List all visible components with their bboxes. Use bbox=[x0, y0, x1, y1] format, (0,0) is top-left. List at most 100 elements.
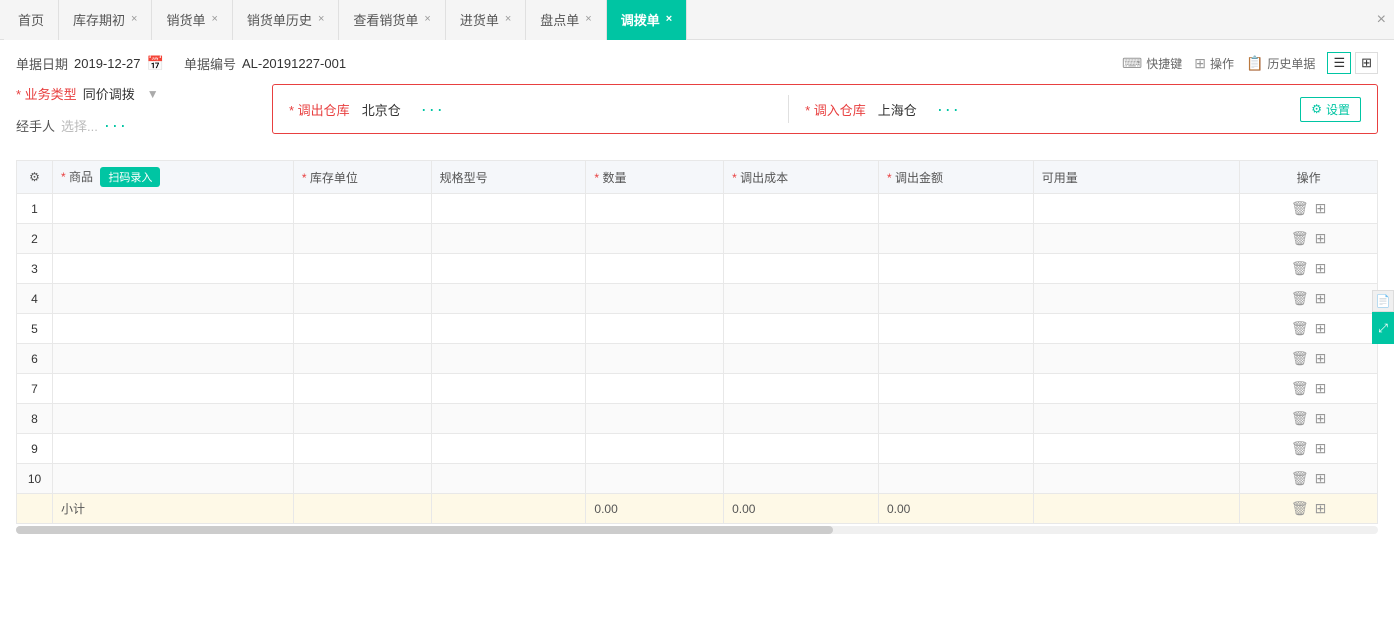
history-docs-btn[interactable]: 📋 历史单据 bbox=[1246, 55, 1315, 72]
row-copy-icon[interactable]: ⊞ bbox=[1315, 350, 1327, 367]
row-copy-icon[interactable]: ⊞ bbox=[1315, 320, 1327, 337]
warehouse-out-more-btn[interactable]: ··· bbox=[421, 99, 445, 120]
tab-close-inventory-init[interactable]: × bbox=[131, 14, 137, 25]
operations-icon: ⊞ bbox=[1194, 55, 1206, 72]
table-row: 9 🗑 ⊞ bbox=[17, 434, 1378, 464]
row-delete-icon[interactable]: 🗑 bbox=[1291, 440, 1309, 457]
tab-sales-history[interactable]: 销货单历史 × bbox=[233, 0, 339, 40]
contact-more-btn[interactable]: ··· bbox=[104, 115, 128, 136]
tab-purchase-order[interactable]: 进货单 × bbox=[446, 0, 526, 40]
tab-bar: 首页 库存期初 × 销货单 × 销货单历史 × 查看销货单 × 进货单 × 盘点… bbox=[0, 0, 1394, 40]
row-action-cell: 🗑 ⊞ bbox=[1248, 470, 1369, 487]
horizontal-scrollbar[interactable] bbox=[16, 526, 1378, 534]
row-delete-icon[interactable]: 🗑 bbox=[1291, 410, 1309, 427]
biz-type-arrow: ▼ bbox=[147, 87, 159, 101]
table-row: 8 🗑 ⊞ bbox=[17, 404, 1378, 434]
row-copy-icon[interactable]: ⊞ bbox=[1315, 260, 1327, 277]
table-row: 1 🗑 ⊞ bbox=[17, 194, 1378, 224]
tab-close-sales-history[interactable]: × bbox=[318, 14, 324, 25]
tab-home[interactable]: 首页 bbox=[4, 0, 59, 40]
warehouse-in-more-btn[interactable]: ··· bbox=[937, 99, 961, 120]
doc-num-value: AL-20191227-001 bbox=[242, 56, 346, 71]
row-action-cell: 🗑 ⊞ bbox=[1248, 410, 1369, 427]
scan-entry-button[interactable]: 扫码录入 bbox=[100, 167, 160, 187]
date-label: 单据日期 bbox=[16, 54, 68, 73]
tab-view-sales[interactable]: 查看销货单 × bbox=[339, 0, 445, 40]
tab-close-purchase-order[interactable]: × bbox=[505, 14, 511, 25]
header-toolbar: ⌨ 快捷键 ⊞ 操作 📋 历史单据 ☰ ⊞ bbox=[1122, 52, 1378, 74]
row-copy-icon[interactable]: ⊞ bbox=[1315, 440, 1327, 457]
contact-input[interactable]: 选择... bbox=[61, 116, 98, 135]
row-copy-icon[interactable]: ⊞ bbox=[1315, 290, 1327, 307]
row-copy-icon[interactable]: ⊞ bbox=[1315, 410, 1327, 427]
row-delete-icon[interactable]: 🗑 bbox=[1291, 230, 1309, 247]
table-row: 3 🗑 ⊞ bbox=[17, 254, 1378, 284]
subtotal-copy-icon[interactable]: ⊞ bbox=[1315, 500, 1327, 517]
tab-close-transfer-order[interactable]: × bbox=[666, 14, 672, 25]
items-table: ⚙ * 商品 扫码录入 * 库存单位 规格型号 * bbox=[16, 160, 1378, 524]
row-action-cell: 🗑 ⊞ bbox=[1248, 440, 1369, 457]
th-cost: * 调出成本 bbox=[724, 161, 879, 194]
tab-close-inventory-count[interactable]: × bbox=[585, 14, 591, 25]
row-action-cell: 🗑 ⊞ bbox=[1248, 320, 1369, 337]
table-row: 4 🗑 ⊞ bbox=[17, 284, 1378, 314]
row-delete-icon[interactable]: 🗑 bbox=[1291, 200, 1309, 217]
row-delete-icon[interactable]: 🗑 bbox=[1291, 380, 1309, 397]
settings-button[interactable]: ⚙ 设置 bbox=[1300, 97, 1361, 122]
side-buttons: 📄 ⤢ bbox=[1372, 290, 1394, 344]
row-delete-icon[interactable]: 🗑 bbox=[1291, 320, 1309, 337]
list-view-btn[interactable]: ☰ bbox=[1327, 52, 1351, 74]
table-body: 1 🗑 ⊞ 2 🗑 bbox=[17, 194, 1378, 494]
operations-btn[interactable]: ⊞ 操作 bbox=[1194, 55, 1234, 72]
row-copy-icon[interactable]: ⊞ bbox=[1315, 380, 1327, 397]
quick-keys-btn[interactable]: ⌨ 快捷键 bbox=[1122, 55, 1182, 72]
warehouse-section: 调出仓库 北京仓 ··· 调入仓库 上海仓 ··· ⚙ 设置 bbox=[272, 84, 1378, 134]
warehouse-divider bbox=[788, 95, 789, 123]
calendar-icon[interactable]: 📅 bbox=[147, 55, 164, 72]
warehouse-out-label: 调出仓库 bbox=[289, 100, 350, 119]
row-delete-icon[interactable]: 🗑 bbox=[1291, 470, 1309, 487]
subtotal-delete-icon[interactable]: 🗑 bbox=[1291, 500, 1309, 517]
tab-sales-order[interactable]: 销货单 × bbox=[152, 0, 232, 40]
warehouse-out-value: 北京仓 bbox=[362, 100, 401, 119]
table-row: 7 🗑 ⊞ bbox=[17, 374, 1378, 404]
subtotal-row: 小计 0.00 0.00 0.00 🗑 ⊞ bbox=[17, 494, 1378, 524]
row-action-cell: 🗑 ⊞ bbox=[1248, 380, 1369, 397]
grid-view-btn[interactable]: ⊞ bbox=[1355, 52, 1378, 74]
row-copy-icon[interactable]: ⊞ bbox=[1315, 200, 1327, 217]
view-toggle-group: ☰ ⊞ bbox=[1327, 52, 1378, 74]
table-row: 6 🗑 ⊞ bbox=[17, 344, 1378, 374]
row-action-cell: 🗑 ⊞ bbox=[1248, 290, 1369, 307]
tab-close-sales-order[interactable]: × bbox=[211, 14, 217, 25]
scrollbar-thumb[interactable] bbox=[16, 526, 833, 534]
contact-label: 经手人 bbox=[16, 116, 55, 135]
th-settings[interactable]: ⚙ bbox=[17, 161, 53, 194]
tab-inventory-init[interactable]: 库存期初 × bbox=[59, 0, 152, 40]
table-settings-icon[interactable]: ⚙ bbox=[29, 170, 40, 184]
subtotal-action-cell: 🗑 ⊞ bbox=[1248, 500, 1369, 517]
warehouse-in-field: 调入仓库 上海仓 ··· bbox=[805, 99, 1288, 120]
tab-close-view-sales[interactable]: × bbox=[424, 14, 430, 25]
th-product: * 商品 扫码录入 bbox=[53, 161, 294, 194]
table-row: 2 🗑 ⊞ bbox=[17, 224, 1378, 254]
doc-num-label: 单据编号 bbox=[184, 54, 236, 73]
table-row: 10 🗑 ⊞ bbox=[17, 464, 1378, 494]
side-expand-btn[interactable]: ⤢ bbox=[1372, 312, 1394, 344]
tab-transfer-order[interactable]: 调拨单 × bbox=[607, 0, 687, 40]
th-qty: * 数量 bbox=[586, 161, 724, 194]
row-copy-icon[interactable]: ⊞ bbox=[1315, 230, 1327, 247]
row-copy-icon[interactable]: ⊞ bbox=[1315, 470, 1327, 487]
row-delete-icon[interactable]: 🗑 bbox=[1291, 350, 1309, 367]
contact-field: 经手人 选择... ··· bbox=[16, 115, 256, 136]
tab-inventory-count[interactable]: 盘点单 × bbox=[526, 0, 606, 40]
row-delete-icon[interactable]: 🗑 bbox=[1291, 290, 1309, 307]
table-header-row: ⚙ * 商品 扫码录入 * 库存单位 规格型号 * bbox=[17, 161, 1378, 194]
row-action-cell: 🗑 ⊞ bbox=[1248, 260, 1369, 277]
side-note-btn[interactable]: 📄 bbox=[1372, 290, 1394, 312]
biz-type-select[interactable]: 同价调拨 ▼ bbox=[83, 84, 203, 103]
quick-keys-icon: ⌨ bbox=[1122, 55, 1142, 72]
th-available: 可用量 bbox=[1033, 161, 1239, 194]
main-content: 单据日期 2019-12-27 📅 单据编号 AL-20191227-001 ⌨… bbox=[0, 40, 1394, 546]
row-delete-icon[interactable]: 🗑 bbox=[1291, 260, 1309, 277]
window-close-button[interactable]: × bbox=[1377, 11, 1386, 29]
